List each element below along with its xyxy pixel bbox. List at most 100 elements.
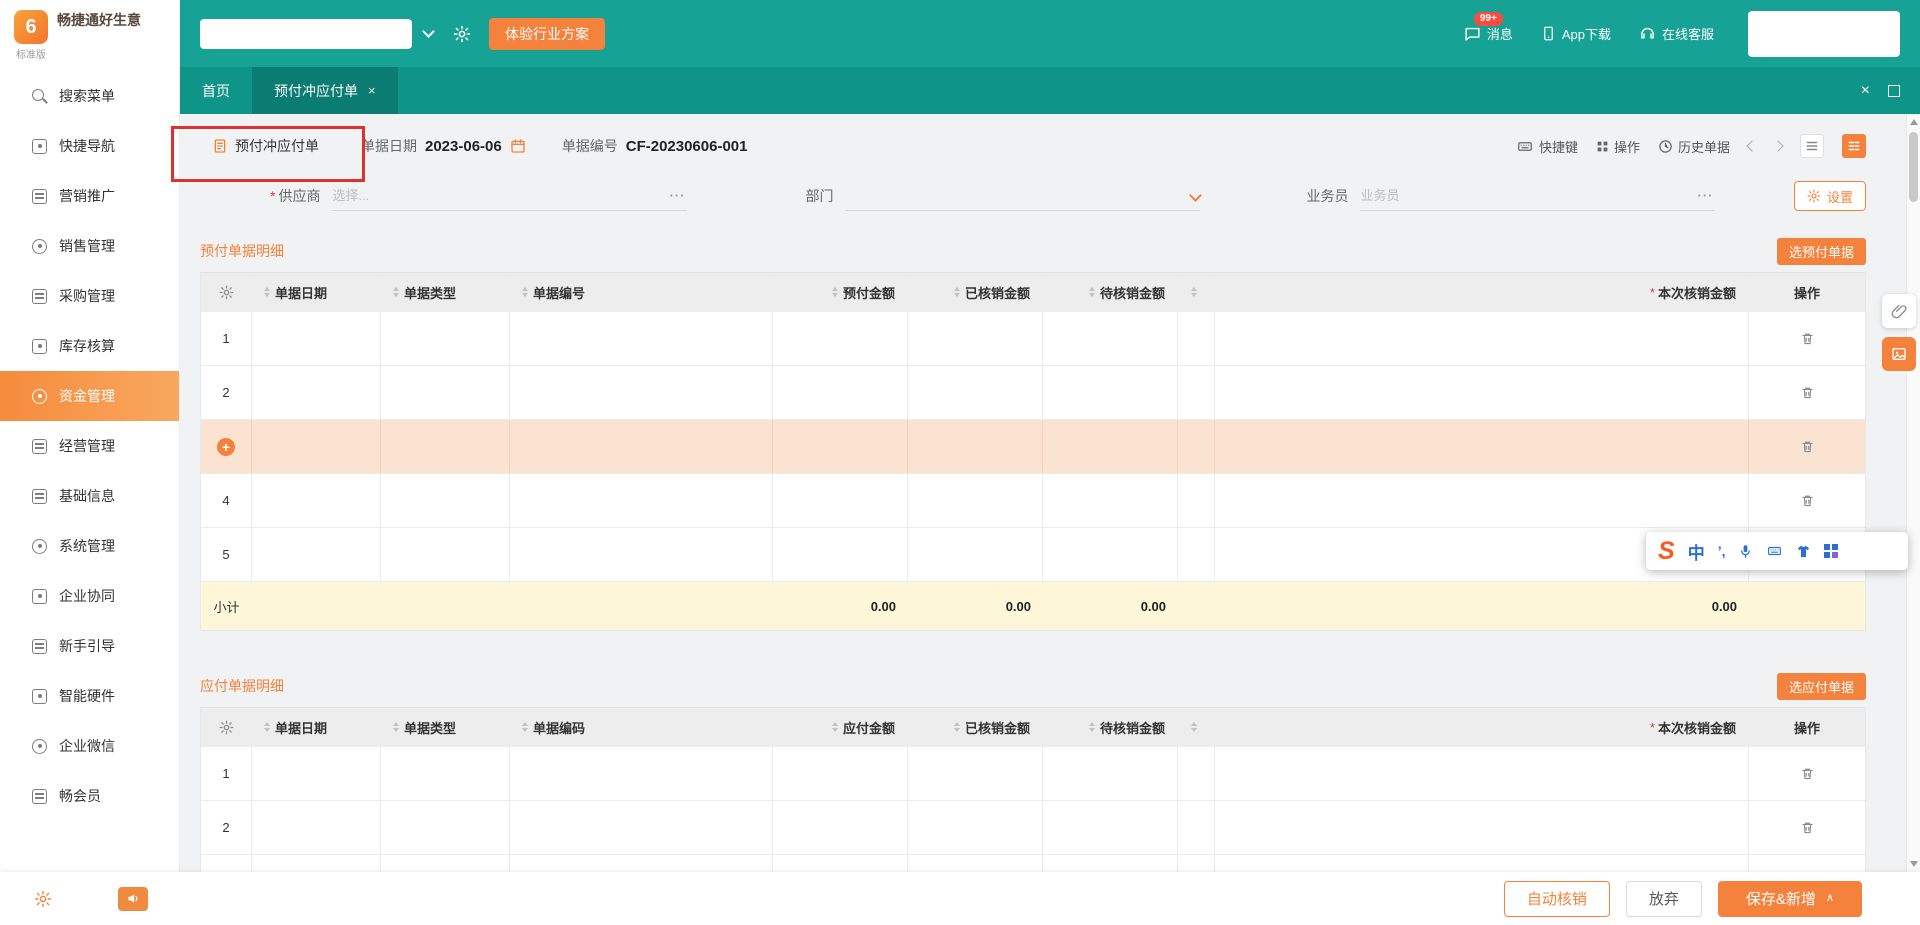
col-header-written-off[interactable]: 已核销金额 [908, 708, 1043, 746]
table-cell[interactable] [252, 747, 381, 800]
sidebar-item-business[interactable]: 经营管理 [0, 421, 179, 471]
table-row[interactable]: 2 [201, 801, 1865, 855]
delete-row-icon[interactable] [1800, 385, 1815, 400]
table-cell[interactable] [381, 747, 510, 800]
col-header-pending[interactable]: 待核销金额 [1043, 708, 1178, 746]
image-button[interactable] [1882, 337, 1916, 371]
attachment-button[interactable] [1882, 294, 1916, 328]
sidebar-item-quick-nav[interactable]: 快捷导航 [0, 121, 179, 171]
table-cell[interactable] [1178, 474, 1215, 527]
mic-icon[interactable] [1738, 544, 1753, 559]
table-row[interactable]: 1 [201, 312, 1865, 366]
gear-icon[interactable] [34, 890, 52, 908]
table-cell[interactable] [1043, 312, 1178, 365]
col-header-payable-amount[interactable]: 应付金额 [773, 708, 908, 746]
fullscreen-icon[interactable] [1888, 84, 1900, 97]
table-cell[interactable] [252, 420, 381, 473]
date-value[interactable]: 2023-06-06 [425, 138, 502, 155]
table-cell[interactable] [773, 747, 908, 800]
save-and-new-button[interactable]: 保存&新增 ∧ [1717, 880, 1862, 917]
table-cell[interactable] [773, 528, 908, 581]
experience-plan-button[interactable]: 体验行业方案 [489, 17, 605, 50]
col-header-current-writeoff[interactable]: * 本次核销金额 [1215, 708, 1749, 746]
table-cell[interactable] [1043, 420, 1178, 473]
table-cell[interactable] [1178, 312, 1215, 365]
sort-icon[interactable] [393, 287, 399, 297]
auto-writeoff-button[interactable]: 自动核销 [1503, 880, 1610, 917]
sidebar-item-purchase[interactable]: 采购管理 [0, 271, 179, 321]
close-icon[interactable]: × [368, 83, 376, 98]
col-header-written-off[interactable]: 已核销金额 [908, 273, 1043, 311]
table-cell[interactable] [1043, 528, 1178, 581]
table-cell[interactable] [1043, 366, 1178, 419]
table-cell[interactable] [1178, 528, 1215, 581]
col-header-blank[interactable] [1178, 708, 1215, 746]
table-row[interactable]: 5 [201, 528, 1865, 582]
table-cell[interactable] [510, 528, 773, 581]
table-cell[interactable] [252, 801, 381, 854]
sort-icon[interactable] [522, 287, 528, 297]
sort-icon[interactable] [953, 722, 960, 732]
tab-home[interactable]: 首页 [180, 67, 252, 114]
table-cell[interactable] [1178, 420, 1215, 473]
table-cell[interactable] [1043, 474, 1178, 527]
table-cell[interactable] [1215, 312, 1749, 365]
calendar-icon[interactable] [510, 138, 526, 154]
table-cell[interactable] [381, 366, 510, 419]
delete-row-icon[interactable] [1800, 820, 1815, 835]
sort-icon[interactable] [1190, 722, 1197, 732]
sidebar-item-sales[interactable]: 销售管理 [0, 221, 179, 271]
table-cell[interactable] [1178, 747, 1215, 800]
select-payable-docs-button[interactable]: 选应付单据 [1776, 672, 1866, 700]
close-all-icon[interactable]: × [1861, 82, 1870, 99]
list-view-button[interactable] [1800, 134, 1824, 158]
table-row-partial[interactable] [201, 855, 1865, 872]
table-cell[interactable] [908, 420, 1043, 473]
delete-row-icon[interactable] [1800, 766, 1815, 781]
table-cell[interactable] [381, 855, 510, 872]
sidebar-item-search-menu[interactable]: 搜索菜单 [0, 71, 179, 121]
table-cell[interactable] [1215, 474, 1749, 527]
chevron-down-icon[interactable] [422, 24, 435, 38]
punctuation-icon[interactable]: ’, [1718, 543, 1726, 559]
table-cell[interactable] [510, 420, 773, 473]
doc-no-field[interactable]: 单据编号 CF-20230606-001 [562, 136, 748, 156]
table-cell[interactable] [510, 474, 773, 527]
table-cell[interactable] [773, 801, 908, 854]
messages-button[interactable]: 99+ 消息 [1464, 12, 1513, 43]
table-cell[interactable] [252, 366, 381, 419]
table-cell[interactable] [1178, 366, 1215, 419]
detail-view-button[interactable] [1842, 134, 1866, 158]
table-cell[interactable] [510, 747, 773, 800]
table-cell[interactable] [773, 474, 908, 527]
add-row[interactable]: + [201, 420, 1865, 474]
next-doc-icon[interactable] [1772, 140, 1784, 152]
doc-date-field[interactable]: 单据日期 2023-06-06 [361, 136, 526, 156]
table-cell[interactable] [381, 474, 510, 527]
select-prepaid-docs-button[interactable]: 选预付单据 [1776, 237, 1866, 265]
table-cell[interactable] [381, 420, 510, 473]
col-header-doc-no[interactable]: 单据编号 [510, 273, 773, 311]
table-row[interactable]: 1 [201, 747, 1865, 801]
table-cell[interactable] [908, 855, 1043, 872]
delete-row-icon[interactable] [1800, 439, 1815, 454]
online-service-button[interactable]: 在线客服 [1639, 24, 1714, 43]
keyboard-icon[interactable] [1766, 544, 1783, 558]
table-cell[interactable] [908, 366, 1043, 419]
sort-icon[interactable] [393, 722, 399, 732]
doc-type-button[interactable]: 预付冲应付单 [200, 136, 319, 156]
table-cell[interactable] [252, 474, 381, 527]
sort-icon[interactable] [953, 287, 960, 297]
table-row[interactable]: 4 [201, 474, 1865, 528]
col-header-doc-type[interactable]: 单据类型 [381, 708, 510, 746]
sort-icon[interactable] [1190, 287, 1197, 297]
col-header-doc-date[interactable]: 单据日期 [252, 273, 381, 311]
settings-button[interactable]: 设置 [1793, 181, 1866, 211]
table-cell[interactable] [1215, 366, 1749, 419]
scroll-up-icon[interactable] [1910, 119, 1918, 125]
operation-button[interactable]: 操作 [1596, 137, 1640, 156]
table-cell[interactable] [773, 855, 908, 872]
sidebar-item-collaboration[interactable]: 企业协同 [0, 571, 179, 621]
table-cell[interactable] [1215, 855, 1749, 872]
col-header-doc-date[interactable]: 单据日期 [252, 708, 381, 746]
